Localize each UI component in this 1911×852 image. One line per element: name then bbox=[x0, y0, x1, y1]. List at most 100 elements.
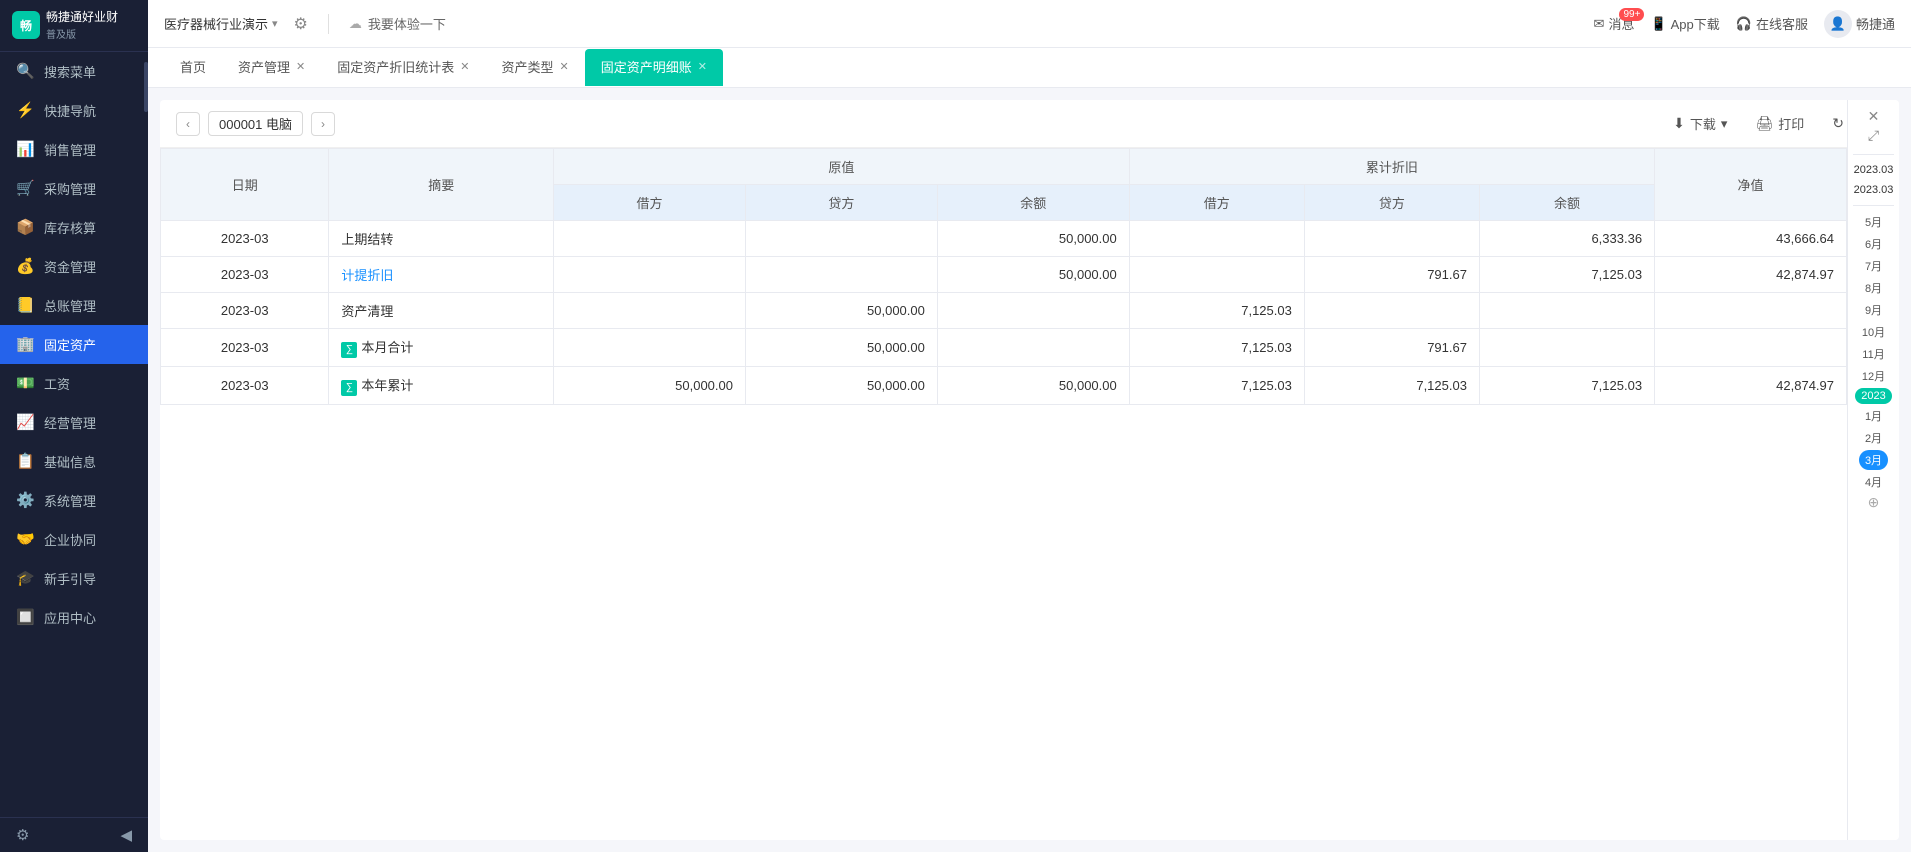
messages-icon: ✉ bbox=[1594, 16, 1605, 32]
sidebar-item-label: 工资 bbox=[44, 374, 70, 393]
sidebar-item-purchase[interactable]: 🛒 采购管理 bbox=[0, 169, 148, 208]
download-btn[interactable]: ⬇ 下载 ▾ bbox=[1665, 110, 1735, 137]
avatar: 👤 bbox=[1824, 10, 1852, 38]
tab-asset-type[interactable]: 资产类型 ✕ bbox=[485, 49, 584, 86]
fixed-assets-icon: 🏢 bbox=[16, 335, 34, 353]
sidebar-item-fixed-assets[interactable]: 🏢 固定资产 bbox=[0, 325, 148, 364]
right-panel-month-3[interactable]: 3月 bbox=[1859, 450, 1888, 470]
sidebar-item-sys-mgmt[interactable]: ⚙️ 系统管理 bbox=[0, 481, 148, 520]
right-panel-close-icon[interactable]: ✕ bbox=[1868, 108, 1880, 125]
tab-asset-detail-close[interactable]: ✕ bbox=[698, 60, 707, 73]
sidebar-item-enterprise[interactable]: 🤝 企业协同 bbox=[0, 520, 148, 559]
right-panel-month-12[interactable]: 12月 bbox=[1858, 366, 1889, 386]
right-panel-month-10[interactable]: 10月 bbox=[1858, 322, 1889, 342]
tab-asset-detail-label: 固定资产明细账 bbox=[601, 57, 692, 76]
right-panel-month-1[interactable]: 1月 bbox=[1861, 406, 1886, 426]
prev-asset-btn[interactable]: ‹ bbox=[176, 112, 200, 136]
asset-code-tag: 000001 电脑 bbox=[208, 111, 303, 136]
cell-summary: 上期结转 bbox=[329, 221, 554, 257]
sidebar-item-wages[interactable]: 💵 工资 bbox=[0, 364, 148, 403]
right-panel-month-5[interactable]: 5月 bbox=[1861, 212, 1886, 232]
cell-orig-balance: 50,000.00 bbox=[937, 367, 1129, 405]
right-panel-month-7[interactable]: 7月 bbox=[1861, 256, 1886, 276]
right-panel-month-6[interactable]: 6月 bbox=[1861, 234, 1886, 254]
right-panel-year2[interactable]: 2023.03 bbox=[1850, 181, 1898, 199]
right-panel-expand-icon[interactable]: ⤢ bbox=[1868, 127, 1879, 144]
chevron-down-icon: ▾ bbox=[272, 17, 278, 30]
right-panel-year1[interactable]: 2023.03 bbox=[1850, 161, 1898, 179]
right-panel: ✕ ⤢ 2023.03 2023.03 5月 6月 7月 8月 9月 10月 1… bbox=[1847, 100, 1899, 840]
sidebar-settings-icon[interactable]: ⚙ bbox=[16, 826, 29, 844]
app-download-btn[interactable]: 📱 App下载 bbox=[1650, 14, 1719, 33]
right-panel-month-4[interactable]: 4月 bbox=[1861, 472, 1886, 492]
search-icon: 🔍 bbox=[16, 62, 34, 80]
messages-badge: 99+ bbox=[1619, 8, 1644, 21]
company-name: 医疗器械行业演示 bbox=[164, 14, 268, 33]
sidebar-item-inventory[interactable]: 📦 库存核算 bbox=[0, 208, 148, 247]
cell-orig-debit bbox=[554, 221, 746, 257]
cell-date: 2023-03 bbox=[161, 329, 329, 367]
settings-icon[interactable]: ⚙ bbox=[294, 14, 308, 34]
purchase-icon: 🛒 bbox=[16, 179, 34, 197]
tab-asset-type-close[interactable]: ✕ bbox=[560, 60, 569, 73]
cell-accum-balance bbox=[1479, 329, 1654, 367]
sidebar-item-funds[interactable]: 💰 资金管理 bbox=[0, 247, 148, 286]
sidebar-bottom: ⚙ ◀ bbox=[0, 817, 148, 852]
topbar: 医疗器械行业演示 ▾ ⚙ ☁ 我要体验一下 ✉ 消息 99+ 📱 App下载 🎧… bbox=[148, 0, 1911, 48]
company-selector[interactable]: 医疗器械行业演示 ▾ bbox=[164, 14, 278, 33]
cell-orig-debit bbox=[554, 257, 746, 293]
sidebar-item-sales[interactable]: 📊 销售管理 bbox=[0, 130, 148, 169]
quick-nav-icon: ⚡ bbox=[16, 101, 34, 119]
sidebar-collapse-icon[interactable]: ◀ bbox=[120, 826, 132, 844]
print-btn[interactable]: 🖨 打印 bbox=[1747, 110, 1812, 137]
right-panel-month-2[interactable]: 2月 bbox=[1861, 428, 1886, 448]
right-panel-month-8[interactable]: 8月 bbox=[1861, 278, 1886, 298]
cell-orig-debit bbox=[554, 329, 746, 367]
tab-asset-detail[interactable]: 固定资产明细账 ✕ bbox=[585, 49, 723, 86]
user-menu[interactable]: 👤 畅捷通 bbox=[1824, 10, 1895, 38]
customer-service-btn[interactable]: 🎧 在线客服 bbox=[1736, 14, 1808, 33]
cell-orig-balance: 50,000.00 bbox=[937, 257, 1129, 293]
cell-date: 2023-03 bbox=[161, 367, 329, 405]
cell-summary[interactable]: ∑本月合计 bbox=[329, 329, 554, 367]
experience-btn[interactable]: ☁ 我要体验一下 bbox=[349, 14, 446, 33]
sidebar-item-label: 企业协同 bbox=[44, 530, 96, 549]
sidebar-item-basic-info[interactable]: 📋 基础信息 bbox=[0, 442, 148, 481]
messages-btn[interactable]: ✉ 消息 99+ bbox=[1594, 14, 1635, 33]
sidebar-item-ledger[interactable]: 📒 总账管理 bbox=[0, 286, 148, 325]
sidebar-item-label: 搜索菜单 bbox=[44, 62, 96, 81]
sidebar-item-label: 资金管理 bbox=[44, 257, 96, 276]
col-accumulated-depreciation: 累计折旧 bbox=[1129, 149, 1654, 185]
right-panel-scroll-down[interactable]: ⊕ bbox=[1868, 494, 1880, 511]
right-panel-year-badge[interactable]: 2023 bbox=[1855, 388, 1891, 404]
right-panel-month-9[interactable]: 9月 bbox=[1861, 300, 1886, 320]
sidebar: 畅 畅捷通好业财 普及版 🔍 搜索菜单 ⚡ 快捷导航 📊 销售管理 🛒 采购管理… bbox=[0, 0, 148, 852]
summary-label: 本月合计 bbox=[361, 340, 413, 355]
tab-home[interactable]: 首页 bbox=[164, 49, 222, 86]
cell-accum-debit bbox=[1129, 221, 1304, 257]
print-label: 打印 bbox=[1778, 114, 1804, 133]
sidebar-item-label: 采购管理 bbox=[44, 179, 96, 198]
download-icon: ⬇ bbox=[1673, 115, 1685, 132]
sidebar-item-app-center[interactable]: 🔲 应用中心 bbox=[0, 598, 148, 637]
cell-summary[interactable]: ∑本年累计 bbox=[329, 367, 554, 405]
sidebar-item-quick-nav[interactable]: ⚡ 快捷导航 bbox=[0, 91, 148, 130]
tab-depreciation-stats-close[interactable]: ✕ bbox=[460, 60, 469, 73]
right-panel-month-11[interactable]: 11月 bbox=[1858, 344, 1888, 364]
next-asset-btn[interactable]: › bbox=[311, 112, 335, 136]
tab-asset-mgmt-close[interactable]: ✕ bbox=[296, 60, 305, 73]
asset-code: 000001 电脑 bbox=[219, 117, 292, 132]
wages-icon: 💵 bbox=[16, 374, 34, 392]
tab-depreciation-stats[interactable]: 固定资产折旧统计表 ✕ bbox=[321, 49, 485, 86]
right-panel-divider2 bbox=[1853, 205, 1894, 206]
cell-accum-credit bbox=[1304, 221, 1479, 257]
sidebar-item-search[interactable]: 🔍 搜索菜单 bbox=[0, 52, 148, 91]
cell-accum-debit bbox=[1129, 257, 1304, 293]
sidebar-item-guide[interactable]: 🎓 新手引导 bbox=[0, 559, 148, 598]
sidebar-item-operations[interactable]: 📈 经营管理 bbox=[0, 403, 148, 442]
download-label: 下载 bbox=[1690, 114, 1716, 133]
summary-label: 本年累计 bbox=[361, 378, 413, 393]
cell-orig-debit bbox=[554, 293, 746, 329]
tab-asset-mgmt[interactable]: 资产管理 ✕ bbox=[222, 49, 321, 86]
sidebar-item-label: 固定资产 bbox=[44, 335, 96, 354]
